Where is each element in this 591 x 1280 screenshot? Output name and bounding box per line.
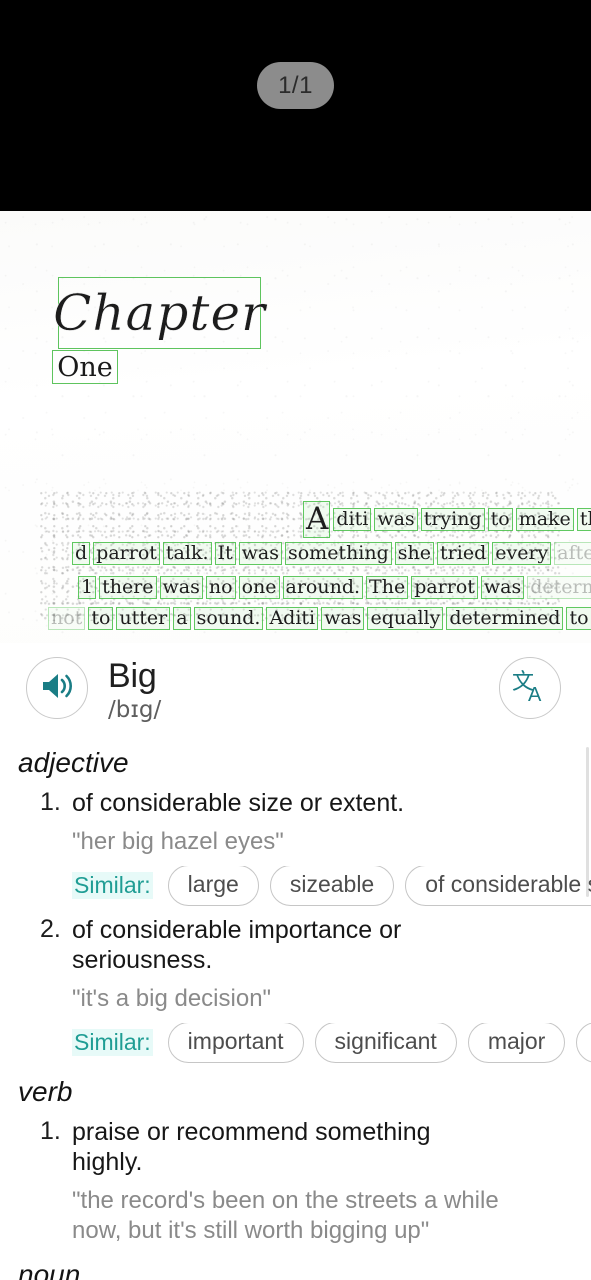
ocr-word[interactable]: diti	[333, 507, 372, 531]
part-of-speech-label: noun	[18, 1258, 81, 1280]
synonym-chip[interactable]: significant	[314, 1022, 457, 1063]
ocr-box-chapter-title[interactable]: Chapter	[53, 277, 265, 349]
document-title-text: Chapter	[53, 284, 266, 342]
ocr-word[interactable]: 1	[78, 576, 97, 600]
document-toolbar: 1/1	[0, 0, 591, 211]
sense-example: "it's a big decision"	[72, 984, 272, 1012]
ocr-word[interactable]: trying	[420, 507, 485, 531]
similar-label: Similar:	[72, 1029, 153, 1056]
translate-icon: 文 A	[511, 668, 549, 709]
sense-list: 1. praise or recommend something highly. "…	[0, 1117, 591, 1246]
synonym-chip[interactable]: of considerable s	[405, 865, 591, 906]
svg-text:A: A	[528, 684, 542, 704]
ocr-word[interactable]: utter	[116, 607, 171, 631]
sense-item: 1. praise or recommend something highly. "…	[0, 1117, 591, 1246]
part-of-speech-label: verb	[18, 1075, 73, 1107]
ocr-word[interactable]: Aditi	[266, 607, 319, 631]
page-indicator-label: 1/1	[278, 71, 313, 99]
ocr-word[interactable]: was	[321, 607, 365, 631]
ocr-text-line[interactable]: not to utter a sound. Aditi was equally determin…	[48, 607, 591, 631]
sense-definition: of considerable size or extent.	[72, 789, 405, 817]
ocr-word[interactable]: parrot	[93, 542, 160, 566]
ocr-word[interactable]: afternoon	[554, 542, 591, 566]
synonym-chip[interactable]: major	[467, 1022, 566, 1063]
app-root: 1/1 Chapter One Aditiwastryingtomakethe …	[0, 0, 591, 1280]
similar-words-row[interactable]: Similar: importantsignificantmajor(	[72, 1022, 591, 1063]
ocr-word[interactable]: parrot	[411, 576, 478, 600]
ocr-word[interactable]: d	[72, 542, 91, 566]
synonym-chip[interactable]: sizeable	[269, 865, 395, 906]
dictionary-scrollbar[interactable]	[586, 747, 589, 897]
similar-label: Similar:	[72, 872, 153, 899]
ocr-word[interactable]: she	[394, 542, 435, 566]
dictionary-entries: adjective 1. of considerable size or exten…	[0, 741, 591, 1280]
word-heading-block: Big /bɪg/	[108, 657, 161, 723]
ocr-word[interactable]: was	[159, 576, 203, 600]
page-indicator: 1/1	[257, 62, 334, 109]
synonym-chip[interactable]: (	[576, 1022, 591, 1063]
dictionary-header: Big /bɪg/ 文 A	[0, 643, 591, 741]
sense-number: 1.	[40, 788, 61, 816]
speaker-icon	[40, 671, 74, 706]
ocr-word[interactable]: something	[284, 542, 392, 566]
scanned-document-view[interactable]: Chapter One Aditiwastryingtomakethe dpar…	[0, 211, 591, 643]
ocr-word[interactable]: around.	[282, 576, 364, 600]
ocr-word[interactable]: not	[48, 607, 86, 631]
sense-definition: of considerable importance or seriousnes…	[72, 915, 402, 975]
ocr-box-chapter-subtitle[interactable]: One	[52, 350, 118, 384]
ocr-word[interactable]: It	[214, 542, 236, 566]
sense-number: 2.	[40, 914, 61, 943]
sense-example: "her big hazel eyes"	[72, 827, 284, 855]
ocr-word[interactable]: was	[374, 507, 418, 531]
dictionary-panel: Big /bɪg/ 文 A adjective 1. of considerable…	[0, 643, 591, 1280]
ocr-word[interactable]: every	[492, 542, 552, 566]
ocr-word[interactable]: The	[366, 576, 409, 600]
ocr-word[interactable]: make	[515, 507, 574, 531]
word-title: Big	[108, 657, 157, 695]
ocr-text-line[interactable]: 1therewasnoonearound.Theparrotwasdetermi…	[78, 576, 591, 600]
sense-definition: praise or recommend something highly.	[72, 1117, 431, 1177]
sense-number: 1.	[40, 1116, 61, 1145]
ocr-word[interactable]: talk.	[162, 542, 212, 566]
ocr-word[interactable]: determined	[446, 607, 564, 631]
ocr-text-line[interactable]: d parrot talk. It was something she tried every a…	[72, 542, 591, 566]
pronounce-button[interactable]	[26, 657, 88, 719]
ocr-word[interactable]: to	[487, 507, 513, 531]
ocr-word[interactable]: there	[99, 576, 157, 600]
similar-words-row[interactable]: Similar: large sizeable of considerable s	[72, 865, 591, 906]
ocr-word[interactable]: the	[576, 507, 591, 531]
ocr-word[interactable]: was	[480, 576, 525, 600]
ocr-word[interactable]: was	[238, 542, 282, 566]
ocr-word[interactable]: A	[303, 501, 331, 538]
document-subtitle-text: One	[57, 351, 113, 383]
synonym-chip[interactable]: large	[167, 865, 259, 906]
ocr-text-line[interactable]: Aditiwastryingtomakethe	[303, 501, 591, 538]
ocr-word[interactable]: sound.	[193, 607, 264, 631]
ocr-word[interactable]: determined	[527, 576, 591, 600]
sense-item: 1. of considerable size or extent. "her bi…	[0, 788, 591, 906]
part-of-speech-label: adjective	[18, 747, 129, 778]
ocr-word[interactable]: one	[238, 576, 280, 600]
sense-list: 1. of considerable size or extent. "her bi…	[0, 788, 591, 1063]
ocr-word[interactable]: to	[566, 607, 591, 631]
ocr-word[interactable]: equally	[367, 607, 444, 631]
ocr-word[interactable]: tried	[437, 542, 490, 566]
sense-item: 2. of considerable importance or seriousn…	[0, 915, 591, 1063]
ocr-word[interactable]: no	[205, 576, 236, 600]
sense-example: "the record's been on the streets a whil…	[72, 1186, 499, 1244]
translate-button[interactable]: 文 A	[499, 657, 561, 719]
ocr-word[interactable]: a	[173, 607, 191, 631]
word-phonetic: /bɪg/	[108, 697, 162, 724]
synonym-chip[interactable]: important	[167, 1022, 304, 1063]
ocr-word[interactable]: to	[88, 607, 114, 631]
